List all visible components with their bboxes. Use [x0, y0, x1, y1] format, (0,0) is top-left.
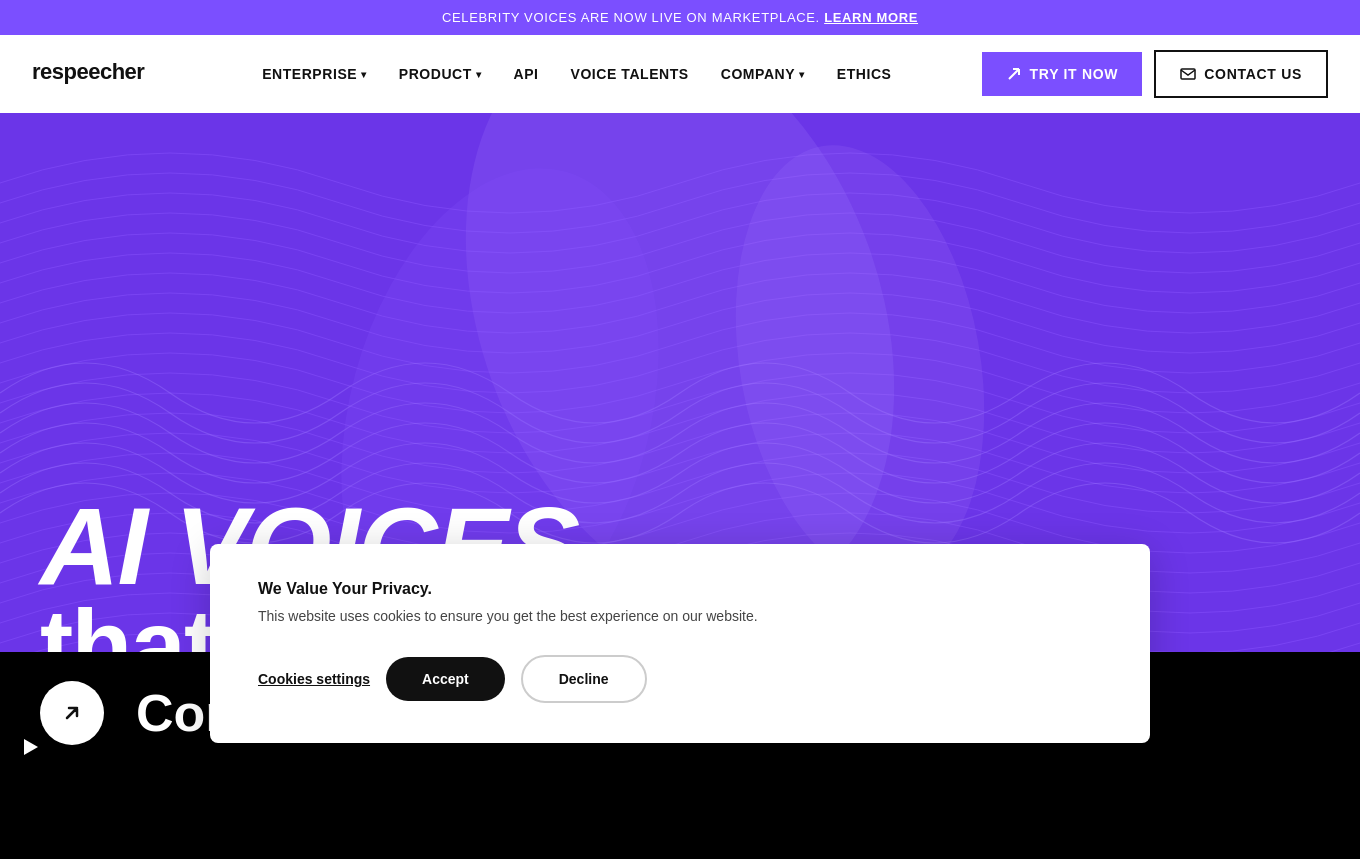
- logo-svg: respeecher: [32, 57, 172, 85]
- svg-rect-1: [1181, 69, 1195, 79]
- cookie-buttons: Cookies settings Accept Decline: [258, 655, 1102, 703]
- svg-text:respeecher: respeecher: [32, 59, 145, 84]
- announcement-link[interactable]: LEARN MORE: [824, 10, 918, 25]
- chevron-down-icon: ▾: [361, 69, 367, 80]
- mail-icon: [1180, 66, 1196, 82]
- external-link-icon: [1006, 66, 1022, 82]
- navbar: respeecher ENTERPRISE ▾ PRODUCT ▾ API VO…: [0, 35, 1360, 113]
- cookie-consent-dialog: We Value Your Privacy. This website uses…: [210, 544, 1150, 743]
- nav-item-ethics[interactable]: ETHICS: [825, 58, 904, 90]
- nav-item-company[interactable]: COMPANY ▾: [709, 58, 817, 90]
- chevron-down-icon: ▾: [799, 69, 805, 80]
- logo[interactable]: respeecher: [32, 57, 172, 91]
- arrow-button[interactable]: [40, 681, 104, 745]
- hero-section: AI VOICES that transform real Conte We V…: [0, 113, 1360, 773]
- nav-links: ENTERPRISE ▾ PRODUCT ▾ API VOICE TALENTS…: [250, 58, 903, 90]
- contact-us-button[interactable]: CONTACT US: [1154, 50, 1328, 98]
- cookie-description: This website uses cookies to ensure you …: [258, 606, 1102, 627]
- nav-buttons: TRY IT NOW CONTACT US: [982, 50, 1328, 98]
- nav-item-api[interactable]: API: [501, 58, 550, 90]
- play-icon: [20, 737, 40, 757]
- accept-button[interactable]: Accept: [386, 657, 505, 701]
- decline-button[interactable]: Decline: [521, 655, 647, 703]
- svg-marker-6: [24, 739, 38, 755]
- try-it-now-button[interactable]: TRY IT NOW: [982, 52, 1143, 96]
- arrow-up-right-icon: [60, 701, 84, 725]
- cookies-settings-button[interactable]: Cookies settings: [258, 671, 370, 687]
- nav-item-product[interactable]: PRODUCT ▾: [387, 58, 494, 90]
- nav-item-enterprise[interactable]: ENTERPRISE ▾: [250, 58, 379, 90]
- nav-item-voice-talents[interactable]: VOICE TALENTS: [559, 58, 701, 90]
- announcement-bar: CELEBRITY VOICES ARE NOW LIVE ON MARKETP…: [0, 0, 1360, 35]
- chevron-down-icon: ▾: [476, 69, 482, 80]
- announcement-text: CELEBRITY VOICES ARE NOW LIVE ON MARKETP…: [442, 10, 820, 25]
- cookie-title: We Value Your Privacy.: [258, 580, 1102, 598]
- play-button[interactable]: [20, 737, 40, 761]
